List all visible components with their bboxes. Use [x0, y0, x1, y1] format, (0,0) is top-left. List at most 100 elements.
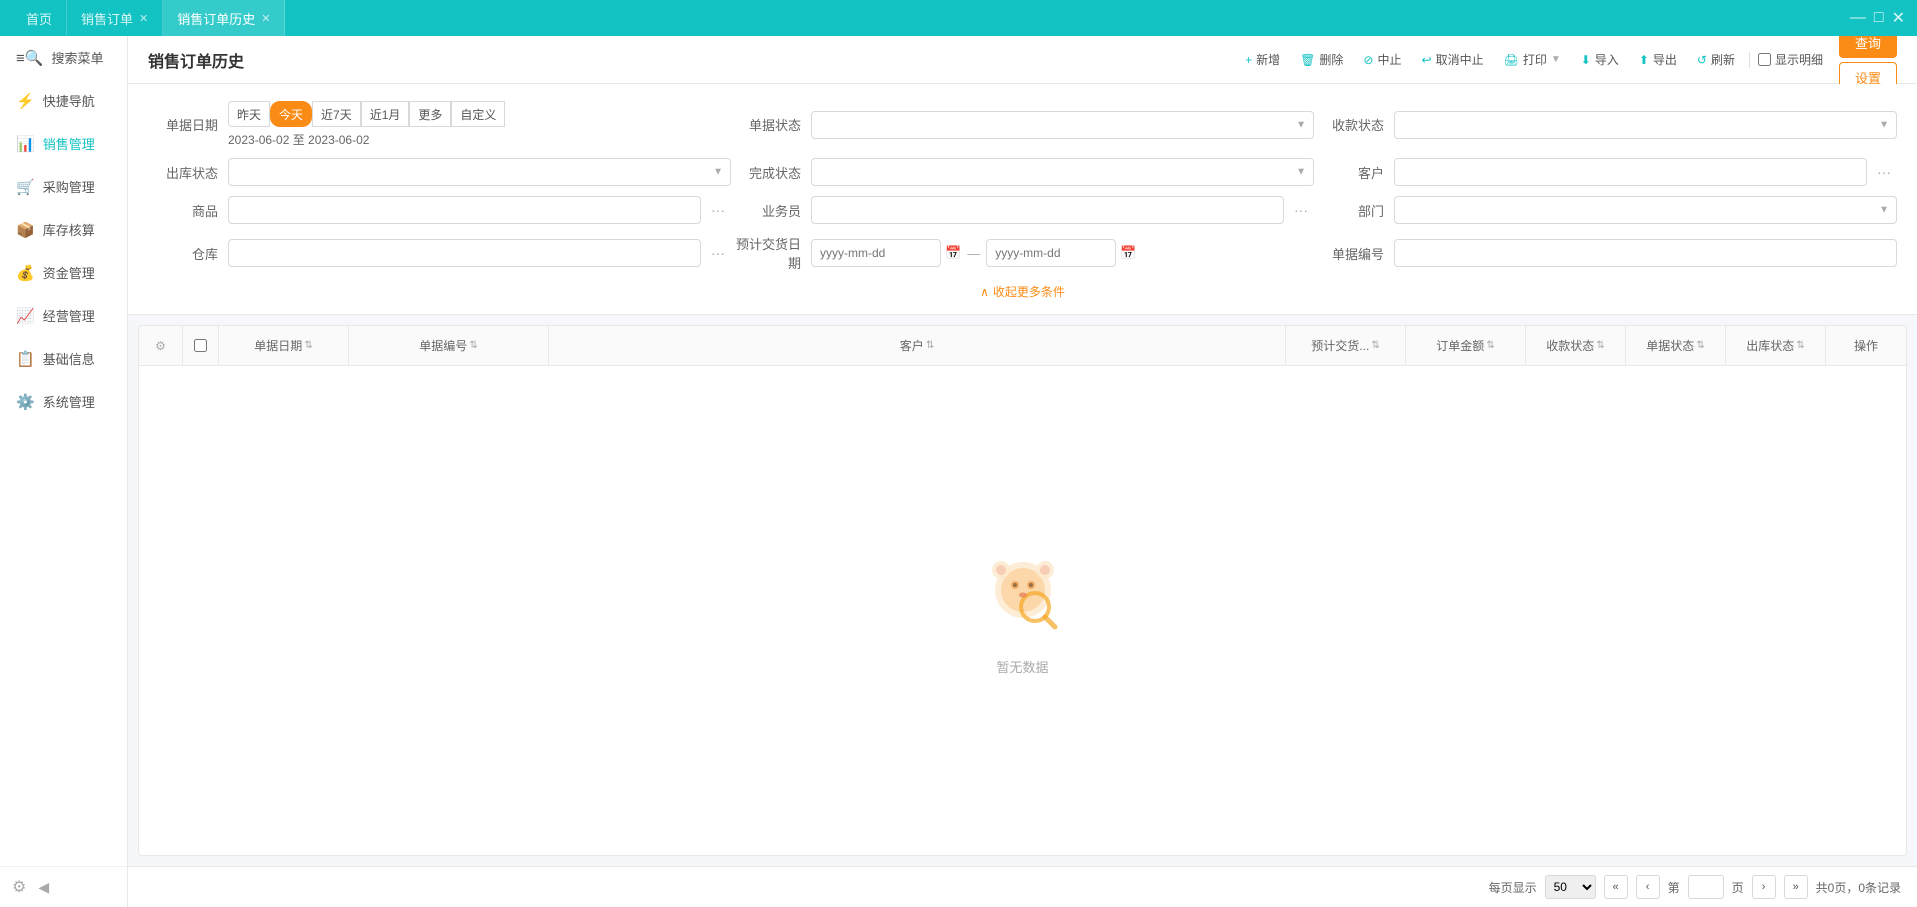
tab-sales-order-history[interactable]: 销售订单历史 ✕ [163, 0, 285, 36]
sidebar: ≡🔍 搜索菜单 ⚡ 快捷导航 📊 销售管理 🛒 采购管理 📦 库存核算 💰 资金… [0, 36, 128, 907]
refresh-button[interactable]: ↺ 刷新 [1691, 47, 1741, 72]
new-button[interactable]: + 新增 [1239, 47, 1286, 72]
delivery-date-start-input[interactable] [811, 239, 941, 267]
delivery-date-label: 预计交货日期 [731, 234, 811, 272]
filter-doc-status: 单据状态 ▼ [731, 96, 1314, 153]
collapse-conditions[interactable]: ∧ 收起更多条件 [148, 277, 1897, 302]
date-btn-custom[interactable]: 自定义 [451, 101, 505, 127]
print-button[interactable]: 🖨 打印 ▼ [1498, 47, 1567, 72]
date-btn-last1month[interactable]: 近1月 [361, 101, 410, 127]
last-page-button[interactable]: » [1784, 875, 1808, 899]
amount-sort-icon[interactable]: ⇅ [1486, 340, 1494, 351]
delivery-status-label: 出库状态 [148, 163, 228, 182]
warehouse-input[interactable] [228, 239, 701, 267]
export-button[interactable]: ⬆ 导出 [1633, 47, 1683, 72]
current-page-input[interactable]: 1 [1688, 875, 1724, 899]
th-settings[interactable]: ⚙ [139, 326, 183, 365]
table-settings-icon[interactable]: ⚙ [155, 339, 166, 353]
tab-home[interactable]: 首页 [12, 0, 67, 36]
sys-mgmt-icon: ⚙️ [16, 393, 35, 411]
sidebar-item-purchase-mgmt[interactable]: 🛒 采购管理 [0, 165, 127, 208]
sidebar-item-basic-info[interactable]: 📋 基础信息 [0, 337, 127, 380]
doc-date-sort-icon[interactable]: ⇅ [304, 340, 312, 351]
date-btn-more[interactable]: 更多 [409, 101, 451, 127]
salesperson-input[interactable] [811, 196, 1284, 224]
doc-no-sort-icon[interactable]: ⇅ [469, 340, 477, 351]
delivery-date-start-calendar-icon[interactable]: 📅 [945, 245, 961, 261]
customer-sort-icon[interactable]: ⇅ [926, 340, 934, 351]
empty-state: 暂无数据 [139, 366, 1906, 855]
date-btn-today[interactable]: 今天 [270, 101, 312, 127]
topbar-right: — □ ✕ [1850, 8, 1905, 28]
department-select[interactable] [1394, 196, 1897, 224]
topbar-tabs: 首页 销售订单 ✕ 销售订单历史 ✕ [12, 0, 1850, 36]
salesperson-ellipsis[interactable]: ··· [1288, 202, 1314, 218]
maximize-button[interactable]: □ [1874, 9, 1884, 27]
filter-row-4: 仓库 ··· 预计交货日期 📅 — 📅 单据编号 [148, 229, 1897, 277]
doc-status-sort-icon[interactable]: ⇅ [1696, 340, 1704, 351]
close-button[interactable]: ✕ [1892, 8, 1905, 28]
filter-row-3: 商品 ··· 业务员 ··· 部门 ▼ [148, 191, 1897, 229]
doc-status-wrap: ▼ [811, 111, 1314, 139]
payment-status-select[interactable] [1394, 111, 1897, 139]
next-page-icon: › [1762, 881, 1766, 893]
date-filter-col: 昨天 今天 近7天 近1月 更多 自定义 2023-06-02 至 2023-0… [228, 101, 731, 148]
prev-page-icon: ‹ [1646, 881, 1650, 893]
complete-status-label: 完成状态 [731, 163, 811, 182]
query-button[interactable]: 查询 [1839, 36, 1897, 58]
sidebar-item-fund-mgmt[interactable]: 💰 资金管理 [0, 251, 127, 294]
print-icon: 🖨 [1504, 53, 1519, 67]
sidebar-item-stock-calc[interactable]: 📦 库存核算 [0, 208, 127, 251]
delivery-date-end-calendar-icon[interactable]: 📅 [1120, 245, 1136, 261]
per-page-select[interactable]: 50 10 20 100 [1545, 875, 1596, 899]
sidebar-item-search-menu[interactable]: ≡🔍 搜索菜单 [0, 36, 127, 79]
next-page-button[interactable]: › [1752, 875, 1776, 899]
payment-status-sort-icon[interactable]: ⇅ [1596, 340, 1604, 351]
minimize-button[interactable]: — [1850, 9, 1866, 27]
doc-number-input[interactable] [1394, 239, 1897, 267]
warehouse-ellipsis[interactable]: ··· [705, 245, 731, 261]
filter-customer: 客户 ··· [1314, 153, 1897, 191]
delivery-status-select[interactable] [228, 158, 731, 186]
prev-page-button[interactable]: ‹ [1636, 875, 1660, 899]
ops-mgmt-icon: 📈 [16, 307, 35, 325]
empty-text: 暂无数据 [996, 657, 1048, 676]
import-button[interactable]: ⬇ 导入 [1575, 47, 1625, 72]
tab-sales-order-history-close[interactable]: ✕ [261, 12, 270, 25]
page-number-prefix: 第 [1668, 879, 1680, 896]
cancel-stop-button[interactable]: ↩ 取消中止 [1416, 47, 1490, 72]
show-detail-label: 显示明细 [1758, 51, 1823, 68]
product-label: 商品 [148, 201, 228, 220]
sidebar-item-sys-mgmt[interactable]: ⚙️ 系统管理 [0, 380, 127, 423]
sidebar-collapse-icon[interactable]: ◀ [38, 879, 49, 896]
export-icon: ⬆ [1639, 53, 1649, 67]
filter-row-1: 单据日期 昨天 今天 近7天 近1月 更多 自定义 2023-06-02 至 2… [148, 96, 1897, 153]
sidebar-item-sales-mgmt[interactable]: 📊 销售管理 [0, 122, 127, 165]
doc-status-select[interactable] [811, 111, 1314, 139]
date-buttons: 昨天 今天 近7天 近1月 更多 自定义 [228, 101, 731, 127]
sidebar-item-quick-nav[interactable]: ⚡ 快捷导航 [0, 79, 127, 122]
delivery-status-sort-icon[interactable]: ⇅ [1796, 340, 1804, 351]
delivery-date-end-input[interactable] [986, 239, 1116, 267]
collapse-icon: ∧ [980, 285, 989, 299]
sidebar-settings-icon[interactable]: ⚙ [12, 877, 26, 897]
product-input[interactable] [228, 196, 701, 224]
date-btn-last7[interactable]: 近7天 [312, 101, 361, 127]
customer-input[interactable] [1394, 158, 1867, 186]
select-all-checkbox[interactable] [194, 339, 207, 352]
sidebar-item-ops-mgmt[interactable]: 📈 经营管理 [0, 294, 127, 337]
first-page-button[interactable]: « [1604, 875, 1628, 899]
sidebar-bottom: ⚙ ◀ [0, 866, 127, 907]
date-btn-yesterday[interactable]: 昨天 [228, 101, 270, 127]
delete-button[interactable]: 🗑 删除 [1294, 47, 1349, 72]
tab-sales-order[interactable]: 销售订单 ✕ [67, 0, 163, 36]
tab-sales-order-close[interactable]: ✕ [139, 12, 148, 25]
payment-status-label: 收款状态 [1314, 115, 1394, 134]
customer-ellipsis[interactable]: ··· [1871, 164, 1897, 180]
delivery-sort-icon[interactable]: ⇅ [1371, 340, 1379, 351]
per-page-label: 每页显示 [1489, 879, 1537, 896]
show-detail-checkbox[interactable] [1758, 53, 1771, 66]
complete-status-select[interactable] [811, 158, 1314, 186]
product-ellipsis[interactable]: ··· [705, 202, 731, 218]
stop-button[interactable]: ⊘ 中止 [1357, 47, 1407, 72]
